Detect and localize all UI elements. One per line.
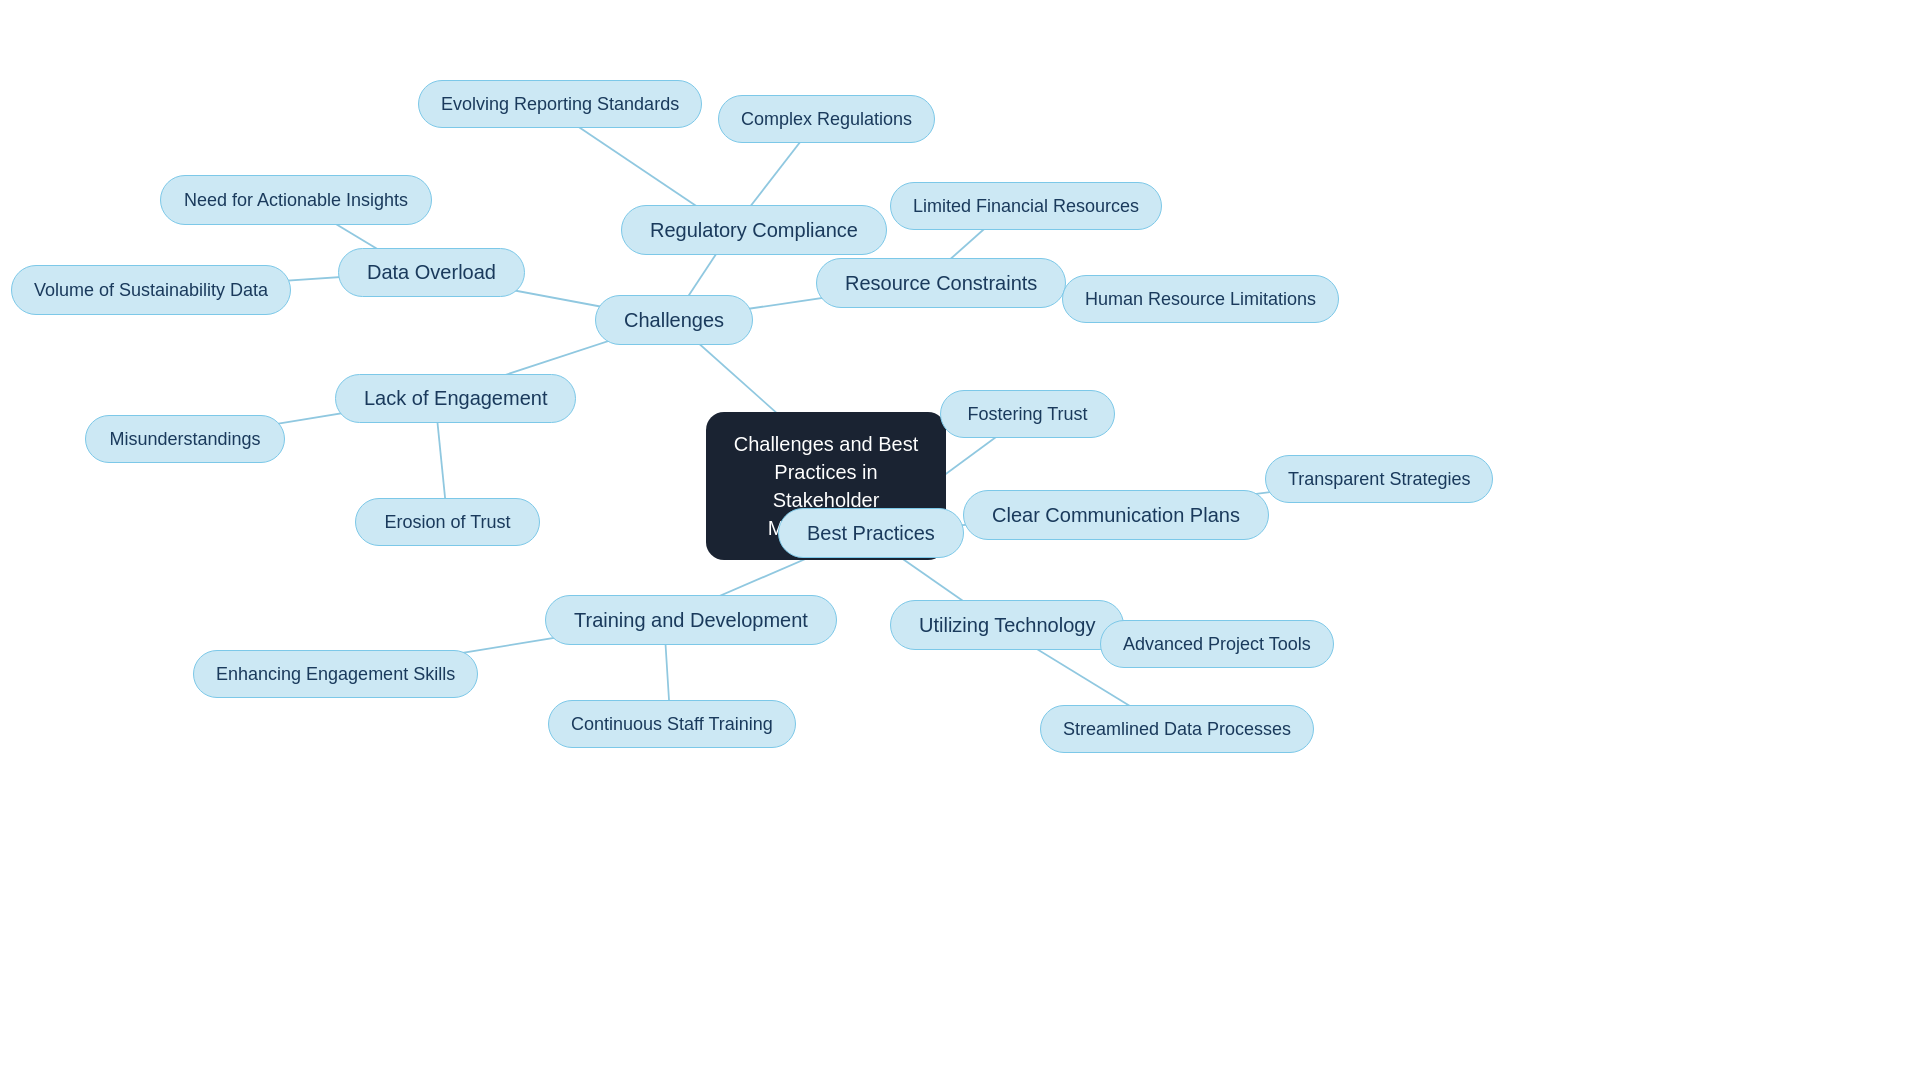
node-streamlined: Streamlined Data Processes xyxy=(1040,705,1314,753)
node-best-practices: Best Practices xyxy=(778,508,964,558)
node-advanced: Advanced Project Tools xyxy=(1100,620,1334,668)
node-actionable: Need for Actionable Insights xyxy=(160,175,432,225)
node-misunderstand: Misunderstandings xyxy=(85,415,285,463)
node-challenges: Challenges xyxy=(595,295,753,345)
node-transparent: Transparent Strategies xyxy=(1265,455,1493,503)
node-continuous: Continuous Staff Training xyxy=(548,700,796,748)
node-data-overload: Data Overload xyxy=(338,248,525,297)
node-financial: Limited Financial Resources xyxy=(890,182,1162,230)
node-enhancing: Enhancing Engagement Skills xyxy=(193,650,478,698)
node-complex: Complex Regulations xyxy=(718,95,935,143)
node-lack-engage: Lack of Engagement xyxy=(335,374,576,423)
node-erosion: Erosion of Trust xyxy=(355,498,540,546)
node-volume: Volume of Sustainability Data xyxy=(11,265,291,315)
node-resource: Resource Constraints xyxy=(816,258,1066,308)
node-regulatory: Regulatory Compliance xyxy=(621,205,887,255)
node-human: Human Resource Limitations xyxy=(1062,275,1339,323)
node-evolving: Evolving Reporting Standards xyxy=(418,80,702,128)
node-training: Training and Development xyxy=(545,595,837,645)
node-comm-plans: Clear Communication Plans xyxy=(963,490,1269,540)
node-utilizing: Utilizing Technology xyxy=(890,600,1124,650)
node-fostering: Fostering Trust xyxy=(940,390,1115,438)
